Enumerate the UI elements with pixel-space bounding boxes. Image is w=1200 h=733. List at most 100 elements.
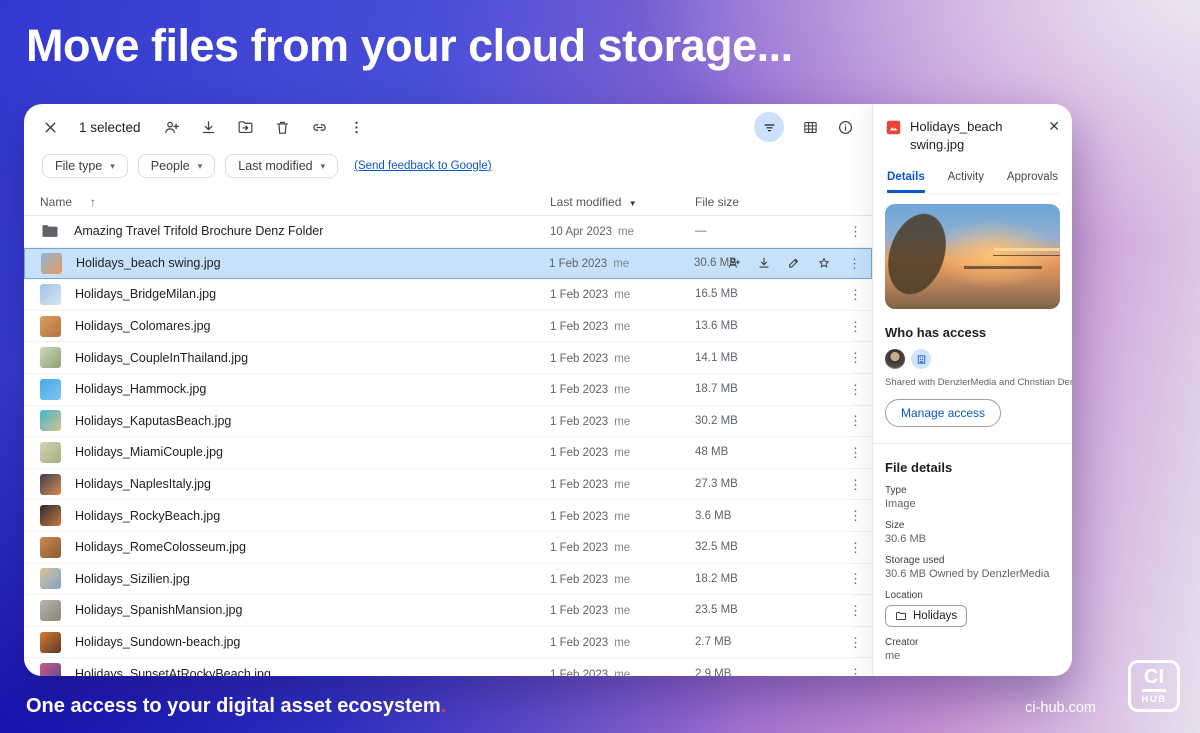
logo-hub-text: HUB [1141, 694, 1166, 705]
field-storage-label: Storage used [885, 555, 1060, 566]
more-options-icon[interactable] [348, 119, 365, 136]
file-date: 1 Feb 2023 [550, 384, 608, 396]
sort-ascending-icon[interactable]: ↑ [90, 195, 96, 209]
file-size: 2.7 MB [695, 636, 815, 648]
file-size: 16.5 MB [695, 288, 815, 300]
location-chip[interactable]: Holidays [885, 605, 967, 627]
star-icon[interactable] [817, 256, 831, 270]
tab-activity[interactable]: Activity [948, 171, 984, 193]
table-row[interactable]: Holidays_CoupleInThailand.jpg 1 Feb 2023… [24, 342, 872, 374]
table-row[interactable]: Holidays_MiamiCouple.jpg 1 Feb 2023me 48… [24, 437, 872, 469]
file-thumbnail [40, 537, 61, 558]
file-owner: me [614, 416, 630, 428]
file-size: 48 MB [695, 446, 815, 458]
table-row[interactable]: Holidays_SunsetAtRockyBeach.jpg 1 Feb 20… [24, 658, 872, 676]
table-row[interactable]: Holidays_RomeColosseum.jpg 1 Feb 2023me … [24, 532, 872, 564]
table-row[interactable]: Holidays_beach swing.jpg 1 Feb 2023me 30… [24, 248, 872, 280]
chip-file-type-label: File type [55, 159, 102, 173]
more-vert-icon[interactable]: ⋮ [849, 509, 862, 522]
grid-view-icon[interactable] [802, 119, 819, 136]
more-vert-icon[interactable]: ⋮ [849, 225, 862, 238]
table-row[interactable]: Holidays_SpanishMansion.jpg 1 Feb 2023me… [24, 595, 872, 627]
table-row[interactable]: Holidays_NaplesItaly.jpg 1 Feb 2023me 27… [24, 469, 872, 501]
file-thumbnail [40, 442, 61, 463]
more-vert-icon[interactable]: ⋮ [849, 351, 862, 364]
file-date: 1 Feb 2023 [550, 605, 608, 617]
website-url: ci-hub.com [1025, 700, 1096, 716]
field-type-label: Type [885, 485, 1060, 496]
header-last-modified[interactable]: Last modified [550, 195, 621, 209]
file-owner: me [614, 289, 630, 301]
panel-close-icon[interactable]: ✕ [1048, 118, 1060, 153]
more-vert-icon[interactable]: ⋮ [849, 636, 862, 649]
table-row[interactable]: Holidays_Hammock.jpg 1 Feb 2023me 18.7 M… [24, 374, 872, 406]
file-owner: me [614, 637, 630, 649]
file-owner: me [614, 384, 630, 396]
close-selection-icon[interactable] [42, 119, 59, 136]
more-vert-icon[interactable]: ⋮ [849, 667, 862, 676]
header-file-size[interactable]: File size [695, 195, 815, 209]
file-size: — [695, 225, 815, 237]
file-owner: me [614, 353, 630, 365]
share-person-add-icon[interactable] [727, 256, 741, 270]
footer-tagline: One access to your digital asset ecosyst… [26, 695, 446, 718]
table-row[interactable]: Amazing Travel Trifold Brochure Denz Fol… [24, 216, 872, 248]
chip-people[interactable]: People ▾ [138, 154, 215, 178]
share-person-add-icon[interactable] [163, 119, 180, 136]
table-row[interactable]: Holidays_Sundown-beach.jpg 1 Feb 2023me … [24, 627, 872, 659]
tab-approvals[interactable]: Approvals [1007, 171, 1058, 193]
panel-divider [873, 443, 1072, 444]
file-preview-image[interactable] [885, 204, 1060, 309]
chip-last-modified-label: Last modified [238, 159, 312, 173]
file-thumbnail [40, 284, 61, 305]
file-thumbnail [40, 347, 61, 368]
file-date: 1 Feb 2023 [550, 353, 608, 365]
table-row[interactable]: Holidays_Colomares.jpg 1 Feb 2023me 13.6… [24, 311, 872, 343]
more-vert-icon[interactable]: ⋮ [848, 257, 861, 270]
table-row[interactable]: Holidays_BridgeMilan.jpg 1 Feb 2023me 16… [24, 279, 872, 311]
table-row[interactable]: Holidays_RockyBeach.jpg 1 Feb 2023me 3.6… [24, 500, 872, 532]
manage-access-button[interactable]: Manage access [885, 399, 1001, 427]
more-vert-icon[interactable]: ⋮ [849, 446, 862, 459]
more-vert-icon[interactable]: ⋮ [849, 541, 862, 554]
shared-with-text: Shared with DenzlerMedia and Christian D… [885, 377, 1060, 388]
more-vert-icon[interactable]: ⋮ [849, 320, 862, 333]
field-storage-value: 30.6 MB Owned by DenzlerMedia [885, 568, 1060, 580]
more-vert-icon[interactable]: ⋮ [849, 383, 862, 396]
more-vert-icon[interactable]: ⋮ [849, 572, 862, 585]
info-icon[interactable] [837, 119, 854, 136]
filter-icon [762, 120, 777, 135]
chevron-down-icon: ▾ [198, 161, 203, 172]
table-row[interactable]: Holidays_Sizilien.jpg 1 Feb 2023me 18.2 … [24, 564, 872, 596]
file-thumbnail [40, 632, 61, 653]
more-vert-icon[interactable]: ⋮ [849, 478, 862, 491]
chip-last-modified[interactable]: Last modified ▾ [225, 154, 338, 178]
file-date: 1 Feb 2023 [550, 637, 608, 649]
more-vert-icon[interactable]: ⋮ [849, 288, 862, 301]
user-avatar[interactable] [885, 349, 905, 369]
more-vert-icon[interactable]: ⋮ [849, 604, 862, 617]
chip-file-type[interactable]: File type ▾ [42, 154, 128, 178]
header-name[interactable]: Name [40, 195, 72, 209]
file-date: 1 Feb 2023 [550, 289, 608, 301]
download-icon[interactable] [200, 119, 217, 136]
link-icon[interactable] [311, 119, 328, 136]
send-feedback-link[interactable]: (Send feedback to Google) [354, 160, 491, 172]
download-icon[interactable] [757, 256, 771, 270]
file-size: 32.5 MB [695, 541, 815, 553]
rename-pencil-icon[interactable] [787, 256, 801, 270]
more-vert-icon[interactable]: ⋮ [849, 414, 862, 427]
file-owner: me [614, 542, 630, 554]
file-date: 1 Feb 2023 [550, 511, 608, 523]
table-row[interactable]: Holidays_KaputasBeach.jpg 1 Feb 2023me 3… [24, 406, 872, 438]
move-to-folder-icon[interactable] [237, 119, 254, 136]
filter-active-toggle[interactable] [754, 112, 784, 142]
file-owner: me [614, 669, 630, 676]
organization-badge-icon[interactable] [911, 349, 931, 369]
file-size: 18.7 MB [695, 383, 815, 395]
tab-details[interactable]: Details [887, 171, 925, 193]
file-thumbnail [40, 600, 61, 621]
file-thumbnail [41, 253, 62, 274]
trash-icon[interactable] [274, 119, 291, 136]
file-details-heading: File details [885, 460, 1060, 475]
